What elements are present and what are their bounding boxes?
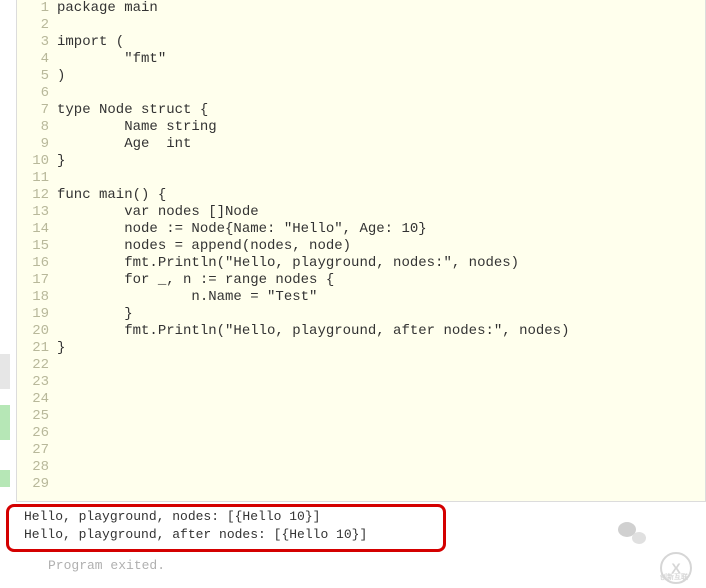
line-number: 9 (17, 136, 57, 153)
code-text[interactable]: package main (57, 0, 158, 17)
code-line[interactable]: 25 (17, 408, 705, 425)
line-number: 15 (17, 238, 57, 255)
code-line[interactable]: 15 nodes = append(nodes, node) (17, 238, 705, 255)
line-number: 14 (17, 221, 57, 238)
code-line[interactable]: 12func main() { (17, 187, 705, 204)
line-number: 22 (17, 357, 57, 374)
code-text[interactable]: ) (57, 68, 65, 85)
code-text[interactable]: for _, n := range nodes { (57, 272, 334, 289)
code-text[interactable]: type Node struct { (57, 102, 208, 119)
wechat-badge (618, 522, 650, 544)
code-line[interactable]: 6 (17, 85, 705, 102)
watermark: X 创新互联 (646, 548, 706, 588)
line-number: 6 (17, 85, 57, 102)
line-number: 25 (17, 408, 57, 425)
code-line[interactable]: 16 fmt.Println("Hello, playground, nodes… (17, 255, 705, 272)
line-number: 18 (17, 289, 57, 306)
code-line[interactable]: 29 (17, 476, 705, 493)
code-line[interactable]: 22 (17, 357, 705, 374)
line-number: 8 (17, 119, 57, 136)
code-line[interactable]: 1package main (17, 0, 705, 17)
line-number: 13 (17, 204, 57, 221)
code-text[interactable]: "fmt" (57, 51, 166, 68)
output-line: Hello, playground, after nodes: [{Hello … (24, 526, 696, 544)
code-line[interactable]: 18 n.Name = "Test" (17, 289, 705, 306)
line-number: 21 (17, 340, 57, 357)
code-text[interactable]: n.Name = "Test" (57, 289, 317, 306)
code-text[interactable]: node := Node{Name: "Hello", Age: 10} (57, 221, 427, 238)
line-number: 12 (17, 187, 57, 204)
code-text[interactable]: import ( (57, 34, 124, 51)
line-number: 1 (17, 0, 57, 17)
code-line[interactable]: 11 (17, 170, 705, 187)
gutter-sidebar (0, 0, 16, 502)
code-line[interactable]: 13 var nodes []Node (17, 204, 705, 221)
code-line[interactable]: 9 Age int (17, 136, 705, 153)
code-line[interactable]: 24 (17, 391, 705, 408)
code-line[interactable]: 7type Node struct { (17, 102, 705, 119)
wechat-icon (618, 522, 646, 544)
output-line: Hello, playground, nodes: [{Hello 10}] (24, 508, 696, 526)
line-number: 27 (17, 442, 57, 459)
code-line[interactable]: 10} (17, 153, 705, 170)
code-line[interactable]: 20 fmt.Println("Hello, playground, after… (17, 323, 705, 340)
code-line[interactable]: 27 (17, 442, 705, 459)
code-line[interactable]: 4 "fmt" (17, 51, 705, 68)
line-number: 17 (17, 272, 57, 289)
output-panel: Hello, playground, nodes: [{Hello 10}] H… (16, 502, 706, 579)
line-number: 7 (17, 102, 57, 119)
line-number: 29 (17, 476, 57, 493)
line-number: 2 (17, 17, 57, 34)
code-text[interactable]: } (57, 153, 65, 170)
code-line[interactable]: 26 (17, 425, 705, 442)
line-number: 3 (17, 34, 57, 51)
line-number: 19 (17, 306, 57, 323)
code-line[interactable]: 28 (17, 459, 705, 476)
line-number: 20 (17, 323, 57, 340)
code-text[interactable]: fmt.Println("Hello, playground, after no… (57, 323, 569, 340)
code-editor[interactable]: 1package main23import (4 "fmt"5)67type N… (16, 0, 706, 502)
code-line[interactable]: 19 } (17, 306, 705, 323)
code-line[interactable]: 23 (17, 374, 705, 391)
code-line[interactable]: 3import ( (17, 34, 705, 51)
code-line[interactable]: 2 (17, 17, 705, 34)
line-number: 28 (17, 459, 57, 476)
line-number: 5 (17, 68, 57, 85)
code-line[interactable]: 5) (17, 68, 705, 85)
code-text[interactable]: nodes = append(nodes, node) (57, 238, 351, 255)
line-number: 11 (17, 170, 57, 187)
code-text[interactable]: } (57, 306, 133, 323)
code-text[interactable]: var nodes []Node (57, 204, 259, 221)
line-number: 10 (17, 153, 57, 170)
line-number: 4 (17, 51, 57, 68)
code-text[interactable]: Age int (57, 136, 191, 153)
code-text[interactable]: func main() { (57, 187, 166, 204)
line-number: 26 (17, 425, 57, 442)
code-line[interactable]: 17 for _, n := range nodes { (17, 272, 705, 289)
line-number: 24 (17, 391, 57, 408)
code-text[interactable]: fmt.Println("Hello, playground, nodes:",… (57, 255, 519, 272)
line-number: 23 (17, 374, 57, 391)
code-line[interactable]: 21} (17, 340, 705, 357)
line-number: 16 (17, 255, 57, 272)
code-line[interactable]: 8 Name string (17, 119, 705, 136)
code-line[interactable]: 14 node := Node{Name: "Hello", Age: 10} (17, 221, 705, 238)
code-text[interactable]: } (57, 340, 65, 357)
exit-message: Program exited. (48, 557, 696, 575)
code-text[interactable]: Name string (57, 119, 217, 136)
